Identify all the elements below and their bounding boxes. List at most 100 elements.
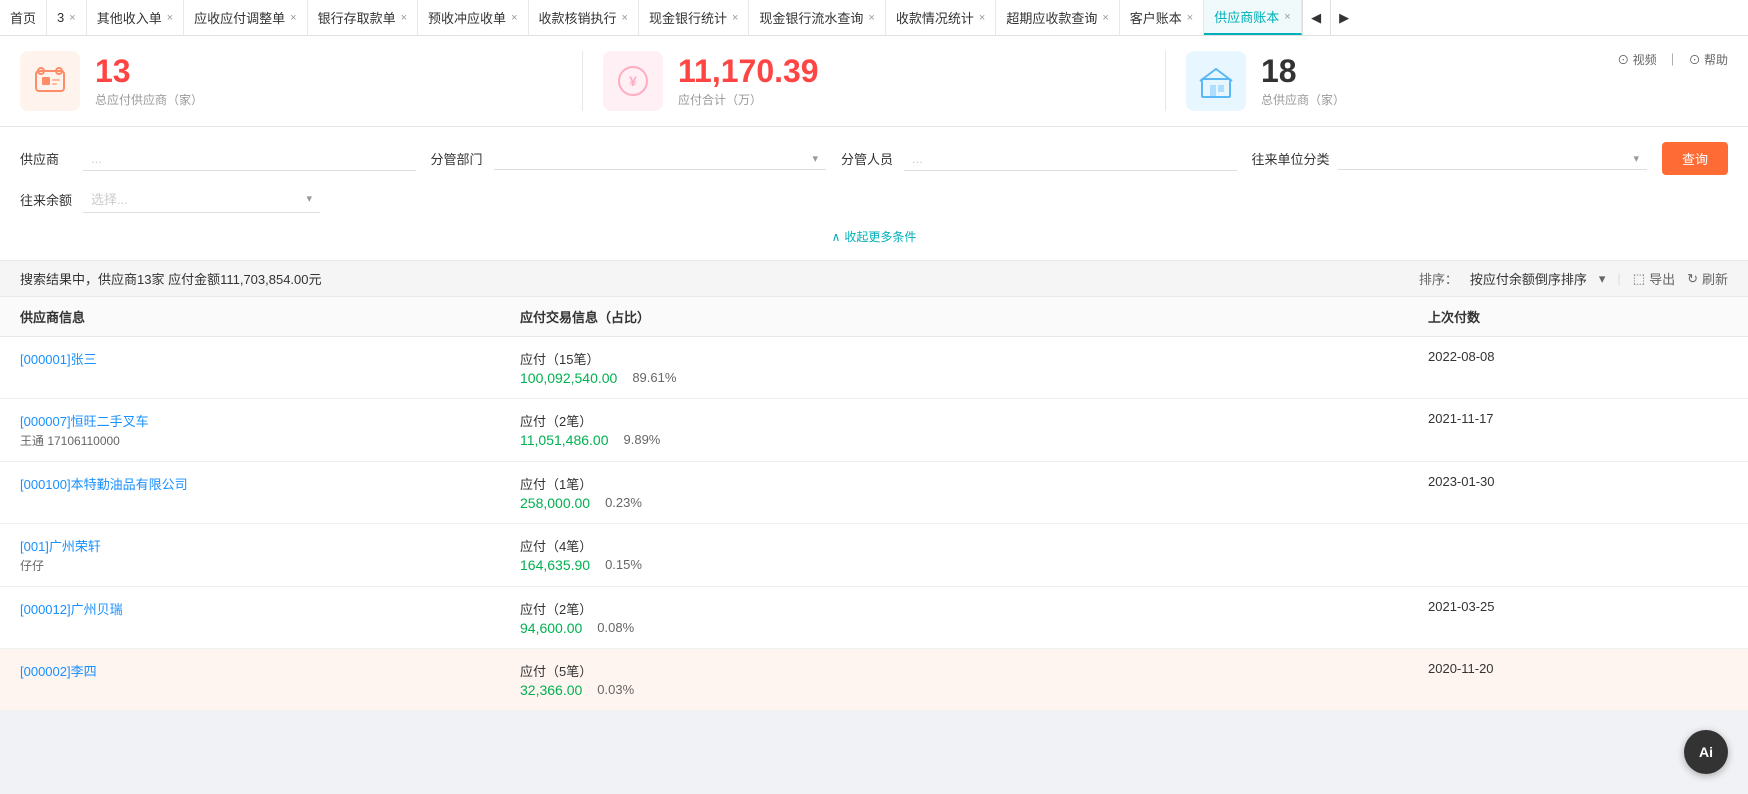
- nav-ar-ap-adjust-close[interactable]: ×: [290, 12, 296, 24]
- result-bar: 搜索结果中，供应商13家 应付金额111,703,854.00元 排序： 按应付…: [0, 261, 1748, 297]
- supplier-sub-2: 王通 17106110000: [20, 432, 520, 449]
- nav-prepay-offset[interactable]: 预收冲应收单 ×: [418, 0, 528, 35]
- last-pay-cell-2: 2021-11-17: [1428, 411, 1728, 426]
- trans-amount-1[interactable]: 100,092,540.00: [520, 370, 617, 386]
- nav-customer-ledger[interactable]: 客户账本 ×: [1120, 0, 1204, 35]
- supplier-link-6[interactable]: [000002]李四: [20, 664, 97, 679]
- supplier-cell-5: [000012]广州贝瑞: [20, 599, 520, 618]
- filter-area: 供应商 分管部门 ▾ 分管人员 往来单位分类 ▾ 查询 往来余额 选择: [0, 127, 1748, 261]
- stat-label-suppliers: 总应付供应商（家）: [95, 91, 203, 108]
- filter-supplier: 供应商: [20, 147, 416, 171]
- nav-home[interactable]: 首页: [0, 0, 47, 35]
- search-button[interactable]: 查询: [1662, 142, 1728, 175]
- trans-row-6: 32,366.00 0.03%: [520, 680, 1428, 698]
- nav-receipt-stat-close[interactable]: ×: [979, 12, 985, 24]
- trans-row-3: 258,000.00 0.23%: [520, 493, 1428, 511]
- nav-receipt-stat-label: 收款情况统计: [896, 8, 974, 27]
- supplier-cell-2: [000007]恒旺二手叉车 王通 17106110000: [20, 411, 520, 449]
- nav-cash-flow-close[interactable]: ×: [868, 12, 874, 24]
- table-row: [000100]本特勤油品有限公司 应付（1笔） 258,000.00 0.23…: [0, 462, 1748, 524]
- trans-amount-4[interactable]: 164,635.90: [520, 557, 590, 573]
- nav-overdue-ar-close[interactable]: ×: [1102, 12, 1108, 24]
- nav-left-arrow[interactable]: ◀: [1302, 0, 1330, 36]
- nav-other-income-close[interactable]: ×: [167, 12, 173, 24]
- trans-label-1: 应付（15笔）: [520, 349, 1428, 368]
- trans-amount-3[interactable]: 258,000.00: [520, 495, 590, 511]
- trans-amount-6[interactable]: 32,366.00: [520, 682, 582, 698]
- nav-receipt-verify-close[interactable]: ×: [622, 12, 628, 24]
- supplier-link-2[interactable]: [000007]恒旺二手叉车: [20, 414, 149, 429]
- stat-divider-2: [1165, 51, 1166, 111]
- ai-button[interactable]: Ai: [1684, 730, 1728, 774]
- collapse-button[interactable]: ∧ 收起更多条件: [20, 223, 1728, 250]
- trans-cell-1: 应付（15笔） 100,092,540.00 89.61%: [520, 349, 1428, 386]
- nav-customer-ledger-close[interactable]: ×: [1187, 12, 1193, 24]
- nav-right-arrow[interactable]: ▶: [1330, 0, 1358, 36]
- stat-label-total: 总供应商（家）: [1261, 91, 1345, 108]
- refresh-button[interactable]: ↻ 刷新: [1687, 269, 1728, 288]
- person-input[interactable]: [904, 147, 1237, 171]
- supplier-link-5[interactable]: [000012]广州贝瑞: [20, 602, 123, 617]
- export-icon: ⬚: [1633, 271, 1645, 287]
- nav-tab3-close[interactable]: ×: [69, 12, 75, 24]
- trans-cell-6: 应付（5笔） 32,366.00 0.03%: [520, 661, 1428, 698]
- last-pay-cell-3: 2023-01-30: [1428, 474, 1728, 489]
- supplier-link-3[interactable]: [000100]本特勤油品有限公司: [20, 477, 188, 492]
- trans-label-2: 应付（2笔）: [520, 411, 1428, 430]
- nav-cash-flow-label: 现金银行流水查询: [759, 8, 863, 27]
- supplier-cell-4: [001]广州荣轩 仔仔: [20, 536, 520, 574]
- nav-other-income[interactable]: 其他收入单 ×: [87, 0, 184, 35]
- nav-receipt-verify-label: 收款核销执行: [539, 8, 617, 27]
- stat-block-amount: ¥ 11,170.39 应付合计（万）: [603, 51, 1145, 111]
- stat-divider-1: [582, 51, 583, 111]
- trans-label-5: 应付（2笔）: [520, 599, 1428, 618]
- nav-cash-flow[interactable]: 现金银行流水查询 ×: [749, 0, 885, 35]
- person-filter-label: 分管人员: [841, 149, 896, 168]
- nav-cash-stat[interactable]: 现金银行统计 ×: [639, 0, 749, 35]
- nav-bank-deposit[interactable]: 银行存取款单 ×: [308, 0, 418, 35]
- nav-tab3[interactable]: 3 ×: [47, 0, 87, 35]
- trans-amount-5[interactable]: 94,600.00: [520, 620, 582, 636]
- nav-receipt-stat[interactable]: 收款情况统计 ×: [886, 0, 996, 35]
- stats-header: 13 总应付供应商（家） ¥ 11,170.39 应付合计（万）: [0, 36, 1748, 127]
- collapse-up-icon: ∧: [832, 230, 841, 244]
- export-button[interactable]: ⬚ 导出: [1633, 269, 1675, 288]
- nav-supplier-ledger-label: 供应商账本: [1214, 7, 1279, 26]
- nav-bank-deposit-label: 银行存取款单: [318, 8, 396, 27]
- balance-select[interactable]: 选择... ▾: [83, 185, 320, 213]
- supplier-link-4[interactable]: [001]广州荣轩: [20, 539, 101, 554]
- dept-select[interactable]: ▾: [494, 148, 827, 170]
- category-select[interactable]: ▾: [1338, 148, 1647, 170]
- table-row: [000012]广州贝瑞 应付（2笔） 94,600.00 0.08% 2021…: [0, 587, 1748, 649]
- filter-balance: 往来余额 选择... ▾: [20, 185, 320, 213]
- video-link[interactable]: ⊙ 视频: [1617, 51, 1656, 68]
- trans-row-4: 164,635.90 0.15%: [520, 555, 1428, 573]
- supplier-link-1[interactable]: [000001]张三: [20, 352, 97, 367]
- balance-filter-label: 往来余额: [20, 190, 75, 209]
- trans-amount-2[interactable]: 11,051,486.00: [520, 432, 609, 448]
- collapse-label: 收起更多条件: [844, 228, 916, 245]
- last-pay-cell-1: 2022-08-08: [1428, 349, 1728, 364]
- nav-cash-stat-close[interactable]: ×: [732, 12, 738, 24]
- trans-percent-2: 9.89%: [624, 432, 661, 447]
- sort-dropdown-icon[interactable]: ▾: [1599, 271, 1606, 287]
- refresh-label: 刷新: [1702, 269, 1728, 288]
- help-link[interactable]: ⊙ 帮助: [1689, 51, 1728, 68]
- filter-dept: 分管部门 ▾: [431, 148, 827, 170]
- nav-overdue-ar[interactable]: 超期应收款查询 ×: [996, 0, 1119, 35]
- nav-prepay-offset-close[interactable]: ×: [511, 12, 517, 24]
- stat-info-total: 18 总供应商（家）: [1261, 55, 1345, 108]
- nav-ar-ap-adjust[interactable]: 应收应付调整单 ×: [184, 0, 307, 35]
- sort-value[interactable]: 按应付余额倒序排序: [1470, 269, 1587, 288]
- data-table: 供应商信息 应付交易信息（占比） 上次付数 [000001]张三 应付（15笔）…: [0, 297, 1748, 711]
- nav-supplier-ledger[interactable]: 供应商账本 ×: [1204, 0, 1301, 35]
- trans-label-6: 应付（5笔）: [520, 661, 1428, 680]
- nav-receipt-verify[interactable]: 收款核销执行 ×: [529, 0, 639, 35]
- supplier-input[interactable]: [83, 147, 416, 171]
- trans-percent-6: 0.03%: [597, 682, 634, 697]
- nav-supplier-ledger-close[interactable]: ×: [1284, 11, 1290, 23]
- supplier-icon: [20, 51, 80, 111]
- nav-bank-deposit-close[interactable]: ×: [401, 12, 407, 24]
- supplier-sub-4: 仔仔: [20, 557, 520, 574]
- trans-label-3: 应付（1笔）: [520, 474, 1428, 493]
